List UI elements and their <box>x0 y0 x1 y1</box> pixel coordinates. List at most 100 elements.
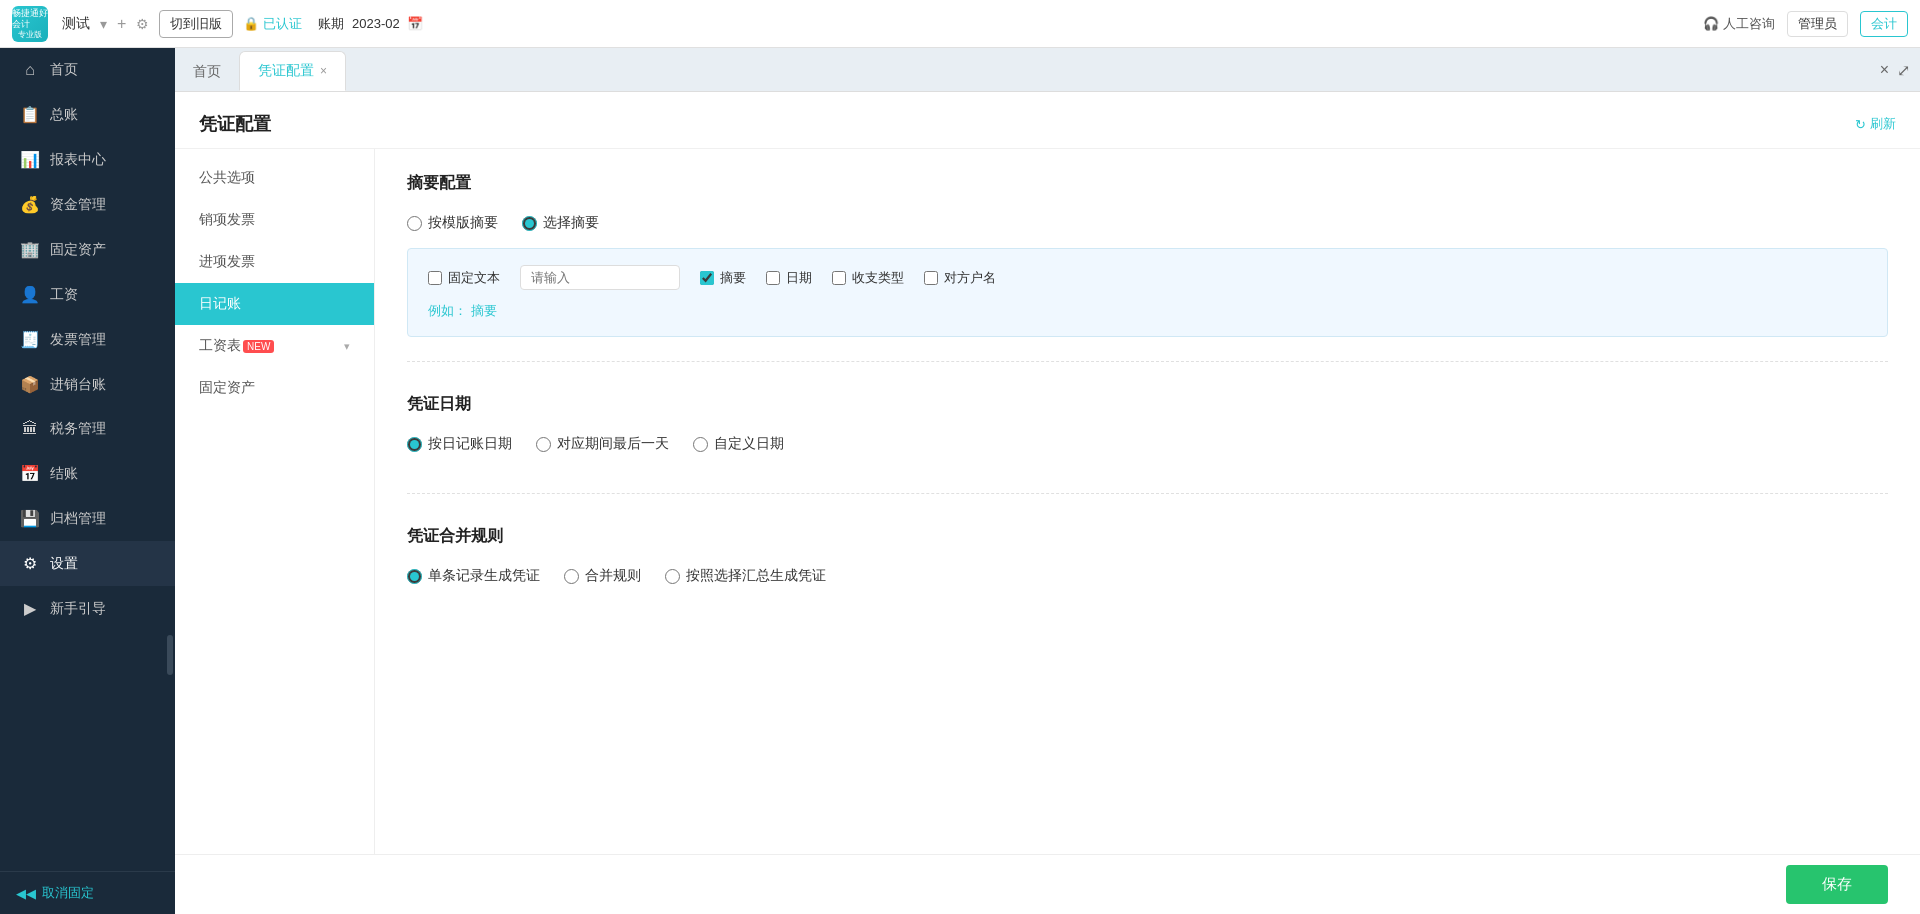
left-nav-item-purchase-invoice[interactable]: 进项发票 <box>175 241 374 283</box>
date-checkbox-label[interactable]: 日期 <box>766 269 812 287</box>
sidebar-item-guide[interactable]: ▶ 新手引导 <box>0 586 175 631</box>
tab-home[interactable]: 首页 <box>175 53 239 91</box>
role-label: 会计 <box>1860 11 1908 37</box>
select-merge-radio[interactable] <box>665 569 680 584</box>
sidebar-icon-assets: 🏢 <box>20 240 40 259</box>
sidebar-item-cashflow[interactable]: 💰 资金管理 <box>0 182 175 227</box>
main-layout: ⌂首页 📋 总账 📊报表中心 💰 资金管理 🏢 固定资产 👤工资🧾发票管理📦进销台账 🏛 税务管理 📅… <box>0 48 1920 914</box>
summary-radio-group: 按模版摘要 选择摘要 <box>407 214 1888 232</box>
sidebar-icon-ledger: 📋 <box>20 105 40 124</box>
help-btn[interactable]: 🎧 人工咨询 <box>1703 15 1775 33</box>
fixed-text-checkbox[interactable] <box>428 271 442 285</box>
custom-date-label[interactable]: 自定义日期 <box>693 435 784 453</box>
select-merge-label[interactable]: 按照选择汇总生成凭证 <box>665 567 826 585</box>
sidebar-label-ledger: 总账 <box>50 106 78 124</box>
sidebar-icon-tax: 🏛 <box>20 420 40 438</box>
income-type-checkbox-label[interactable]: 收支类型 <box>832 269 904 287</box>
left-nav-item-journal[interactable]: 日记账 <box>175 283 374 325</box>
sidebar-item-assets[interactable]: 🏢 固定资产 <box>0 227 175 272</box>
pin-icon: ◀◀ <box>16 886 36 901</box>
chevron-icon: ▾ <box>344 340 350 353</box>
period-last-radio[interactable] <box>536 437 551 452</box>
fixed-text-label[interactable]: 固定文本 <box>428 269 500 287</box>
template-radio-label[interactable]: 按模版摘要 <box>407 214 498 232</box>
sidebar-label-invoice: 发票管理 <box>50 331 106 349</box>
sidebar-item-invoice[interactable]: 🧾发票管理 <box>0 317 175 362</box>
merge-radio-group: 单条记录生成凭证 合并规则 按照选择汇总生成凭证 <box>407 567 1888 585</box>
add-icon[interactable]: + <box>117 15 126 33</box>
summary-box: 固定文本 摘要 日期 <box>407 248 1888 337</box>
journal-date-label[interactable]: 按日记账日期 <box>407 435 512 453</box>
single-record-label[interactable]: 单条记录生成凭证 <box>407 567 540 585</box>
sidebar-item-close[interactable]: 📅结账 <box>0 451 175 496</box>
single-record-radio[interactable] <box>407 569 422 584</box>
counterpart-checkbox-label[interactable]: 对方户名 <box>924 269 996 287</box>
left-nav-item-fixed-assets[interactable]: 固定资产 <box>175 367 374 409</box>
sidebar-label-cashflow: 资金管理 <box>50 196 106 214</box>
summary-checkbox[interactable] <box>700 271 714 285</box>
sidebar-label-guide: 新手引导 <box>50 600 106 618</box>
topbar-right: 🎧 人工咨询 管理员 会计 <box>1703 11 1908 37</box>
merge-rule-radio[interactable] <box>564 569 579 584</box>
settings-icon[interactable]: ⚙ <box>136 16 149 32</box>
sidebar-label-home: 首页 <box>50 61 78 79</box>
tab-close-btn[interactable]: × <box>320 64 327 78</box>
left-nav-item-public[interactable]: 公共选项 <box>175 157 374 199</box>
summary-section: 摘要配置 按模版摘要 选择摘要 <box>407 173 1888 362</box>
sidebar-label-close: 结账 <box>50 465 78 483</box>
left-nav-label-fixed-assets: 固定资产 <box>199 379 255 395</box>
company-name: 测试 <box>62 15 90 33</box>
fullscreen-btn[interactable]: ⤢ <box>1897 60 1910 79</box>
custom-date-radio[interactable] <box>693 437 708 452</box>
sidebar-item-home[interactable]: ⌂首页 <box>0 48 175 92</box>
sidebar-item-reports[interactable]: 📊报表中心 <box>0 137 175 182</box>
select-radio[interactable] <box>522 216 537 231</box>
headset-icon: 🎧 <box>1703 16 1719 31</box>
left-nav-item-salary-table[interactable]: 工资表 NEW ▾ <box>175 325 374 367</box>
page-header: 凭证配置 ↻ 刷新 <box>175 92 1920 149</box>
dropdown-icon[interactable]: ▾ <box>100 16 107 32</box>
merge-rule-label[interactable]: 合并规则 <box>564 567 641 585</box>
left-nav: 公共选项销项发票进项发票日记账工资表 NEW ▾ 固定资产 <box>175 149 375 854</box>
date-checkbox[interactable] <box>766 271 780 285</box>
sidebar-icon-cashflow: 💰 <box>20 195 40 214</box>
sidebar: ⌂首页 📋 总账 📊报表中心 💰 资金管理 🏢 固定资产 👤工资🧾发票管理📦进销台账 🏛 税务管理 📅… <box>0 48 175 914</box>
tab-home-label: 首页 <box>193 63 221 81</box>
shield-icon: 🔒 <box>243 16 259 31</box>
counterpart-checkbox[interactable] <box>924 271 938 285</box>
select-radio-label[interactable]: 选择摘要 <box>522 214 599 232</box>
summary-title: 摘要配置 <box>407 173 1888 194</box>
sidebar-item-sales[interactable]: 📦进销台账 <box>0 362 175 407</box>
sidebar-item-settings[interactable]: ⚙设置 <box>0 541 175 586</box>
period-last-label[interactable]: 对应期间最后一天 <box>536 435 669 453</box>
income-type-checkbox[interactable] <box>832 271 846 285</box>
date-title: 凭证日期 <box>407 394 1888 415</box>
sidebar-label-assets: 固定资产 <box>50 241 106 259</box>
template-radio[interactable] <box>407 216 422 231</box>
tab-voucher-config[interactable]: 凭证配置 × <box>239 51 346 91</box>
refresh-icon: ↻ <box>1855 117 1866 132</box>
fixed-text-input[interactable] <box>520 265 680 290</box>
switch-old-btn[interactable]: 切到旧版 <box>159 10 233 38</box>
summary-checkbox-label[interactable]: 摘要 <box>700 269 746 287</box>
merge-title: 凭证合并规则 <box>407 526 1888 547</box>
left-nav-label-purchase-invoice: 进项发票 <box>199 253 255 269</box>
left-nav-label-sales-invoice: 销项发票 <box>199 211 255 227</box>
cancel-fixed-btn[interactable]: ◀◀ 取消固定 <box>0 871 175 914</box>
sidebar-icon-settings: ⚙ <box>20 554 40 573</box>
refresh-btn[interactable]: ↻ 刷新 <box>1855 115 1896 133</box>
sidebar-item-salary[interactable]: 👤工资 <box>0 272 175 317</box>
tabbar: 首页 凭证配置 × × ⤢ <box>175 48 1920 92</box>
topbar: 畅捷通好会计 专业版 测试 ▾ + ⚙ 切到旧版 🔒 已认证 账期 2023-0… <box>0 0 1920 48</box>
new-badge: NEW <box>243 340 274 353</box>
sidebar-label-tax: 税务管理 <box>50 420 106 438</box>
close-all-btn[interactable]: × <box>1880 60 1889 79</box>
save-button[interactable]: 保存 <box>1786 865 1888 904</box>
journal-date-radio[interactable] <box>407 437 422 452</box>
period-label: 账期 2023-02 📅 <box>318 15 423 33</box>
sidebar-item-tax[interactable]: 🏛 税务管理 <box>0 407 175 451</box>
sidebar-item-ledger[interactable]: 📋 总账 <box>0 92 175 137</box>
sidebar-item-archive[interactable]: 💾归档管理 <box>0 496 175 541</box>
left-nav-item-sales-invoice[interactable]: 销项发票 <box>175 199 374 241</box>
sidebar-icon-guide: ▶ <box>20 599 40 618</box>
